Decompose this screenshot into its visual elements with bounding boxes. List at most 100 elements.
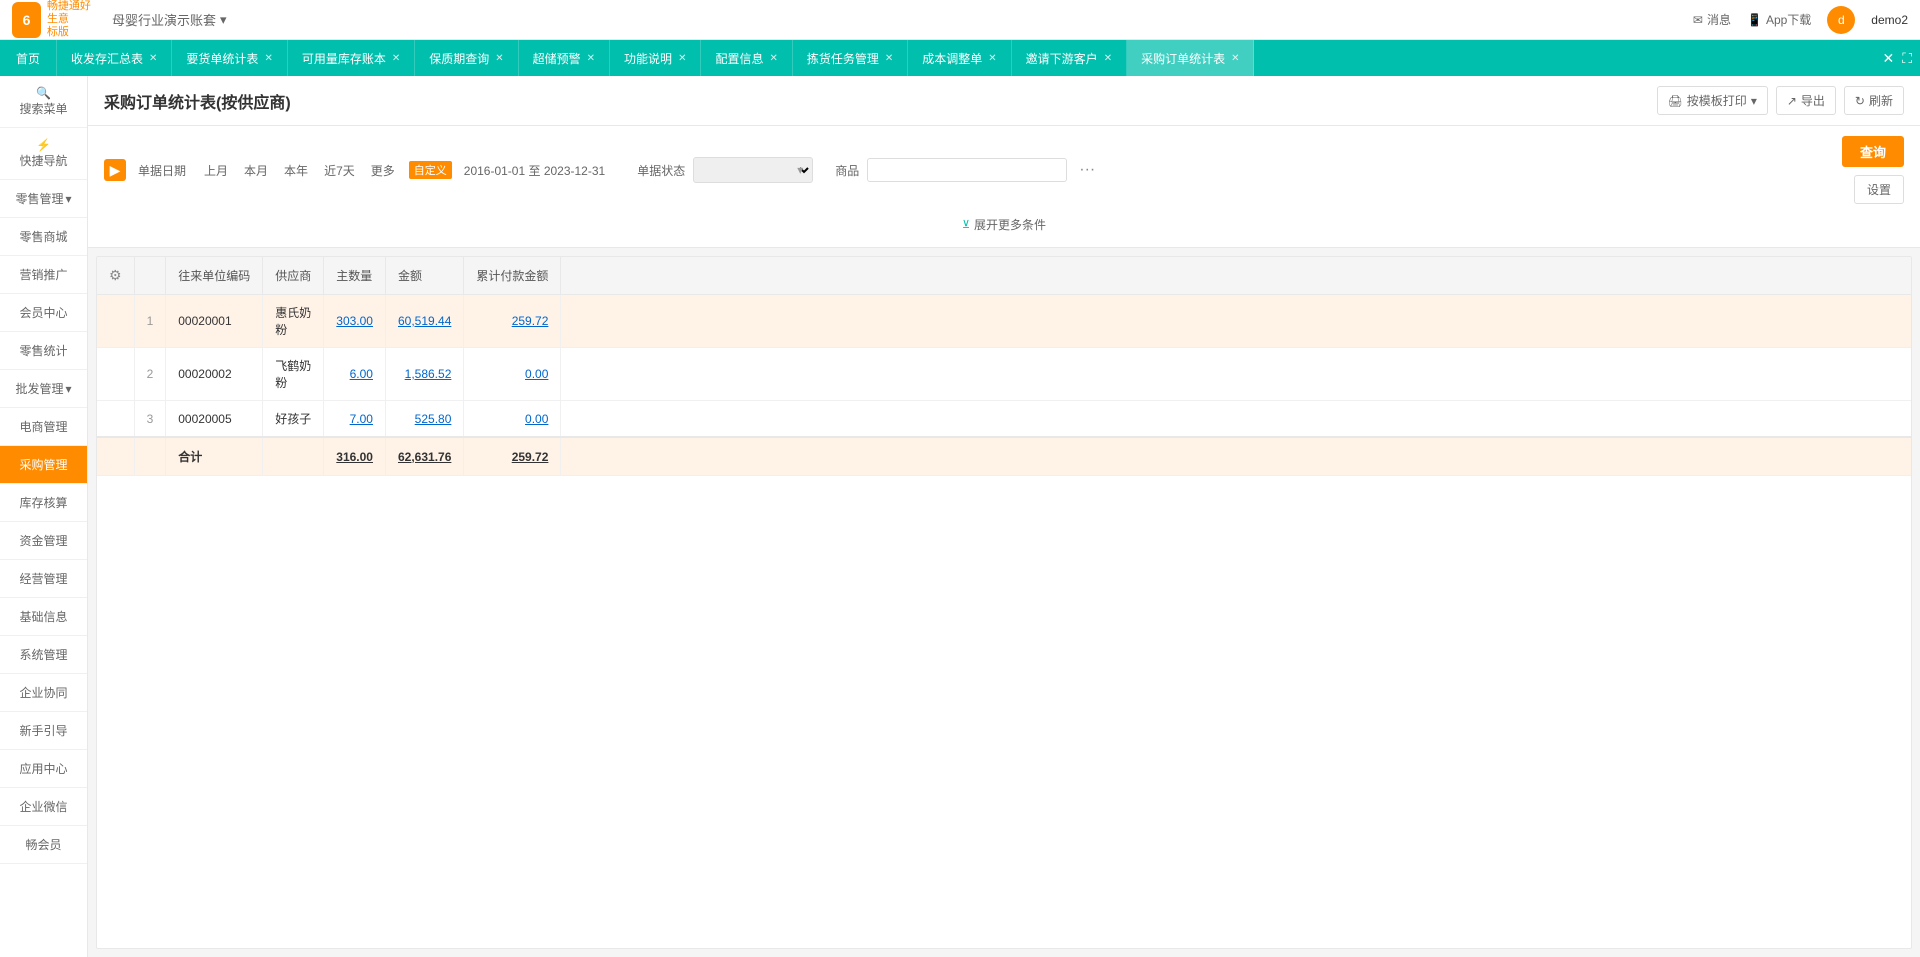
tab-invite-downstream[interactable]: 邀请下游客户 ✕: [1012, 40, 1127, 76]
status-label: 单据状态: [637, 162, 685, 179]
close-icon[interactable]: ✕: [495, 53, 503, 64]
tab-order-stats[interactable]: 要货单统计表 ✕: [172, 40, 287, 76]
row-quantity[interactable]: 6.00: [324, 348, 386, 401]
nav-tabs-actions: ✕ ⛶: [1874, 40, 1920, 76]
nav-tabs: 首页 收发存汇总表 ✕ 要货单统计表 ✕ 可用量库存账本 ✕ 保质期查询 ✕ 超…: [0, 40, 1920, 76]
sidebar-item-enterprise-collab[interactable]: 企业协同: [0, 674, 87, 712]
export-button[interactable]: ↗ 导出: [1776, 86, 1836, 115]
close-icon[interactable]: ✕: [1104, 53, 1112, 64]
table-header-row: ⚙ 往来单位编码 供应商 主数量 金额 累计付款金额: [97, 257, 1911, 295]
sidebar-item-purchase[interactable]: 采购管理: [0, 446, 87, 484]
sidebar-item-newcomer[interactable]: 新手引导: [0, 712, 87, 750]
settings-icon[interactable]: ⚙: [109, 267, 122, 283]
th-unit-code: 往来单位编码: [166, 257, 263, 295]
sidebar-item-retail-mall[interactable]: 零售商城: [0, 218, 87, 256]
row-index: 2: [134, 348, 166, 401]
maximize-icon[interactable]: ⛶: [1902, 50, 1912, 67]
row-settings: [97, 348, 134, 401]
table-row: 1 00020001 惠氏奶粉 303.00 60,519.44 259.72: [97, 295, 1911, 348]
close-icon[interactable]: ✕: [587, 53, 595, 64]
tab-config-info[interactable]: 配置信息 ✕: [701, 40, 792, 76]
sidebar-item-shortcut[interactable]: ⚡ 快捷导航: [0, 128, 87, 180]
message-button[interactable]: ✉ 消息: [1693, 11, 1731, 28]
close-icon[interactable]: ✕: [885, 53, 893, 64]
sidebar-item-inventory[interactable]: 库存核算: [0, 484, 87, 522]
shortcut-more[interactable]: 更多: [365, 160, 401, 181]
status-select[interactable]: [693, 157, 813, 183]
close-all-icon[interactable]: ✕: [1882, 50, 1894, 67]
logo-letter: 6: [23, 12, 31, 28]
tab-pick-task[interactable]: 拣货任务管理 ✕: [793, 40, 908, 76]
sidebar-item-system[interactable]: 系统管理: [0, 636, 87, 674]
top-bar-right: ✉ 消息 📱 App下载 d demo2: [1693, 6, 1908, 34]
th-settings[interactable]: ⚙: [97, 257, 134, 295]
chevron-down-icon[interactable]: ▾: [220, 12, 227, 28]
close-icon[interactable]: ✕: [392, 53, 400, 64]
tab-expiry-query[interactable]: 保质期查询 ✕: [415, 40, 518, 76]
collapse-button[interactable]: ▶: [104, 159, 126, 181]
row-amount[interactable]: 525.80: [385, 401, 463, 438]
sidebar-item-app-center[interactable]: 应用中心: [0, 750, 87, 788]
chevron-down-icon: ▾: [1751, 94, 1757, 108]
refresh-button[interactable]: ↻ 刷新: [1844, 86, 1904, 115]
sidebar-item-member[interactable]: 会员中心: [0, 294, 87, 332]
row-quantity[interactable]: 7.00: [324, 401, 386, 438]
settings-button[interactable]: 设置: [1854, 175, 1904, 204]
shortcut-this-month[interactable]: 本月: [238, 160, 274, 181]
tab-purchase-order-stats[interactable]: 采购订单统计表 ✕: [1127, 40, 1254, 76]
tab-home[interactable]: 首页: [0, 40, 57, 76]
close-icon[interactable]: ✕: [769, 53, 777, 64]
tab-function-desc[interactable]: 功能说明 ✕: [610, 40, 701, 76]
sidebar-item-marketing[interactable]: 营销推广: [0, 256, 87, 294]
tab-overstock-warning[interactable]: 超储预警 ✕: [519, 40, 610, 76]
filter-toggle-row: ⊻ 展开更多条件: [104, 212, 1904, 237]
sidebar-item-search[interactable]: 🔍 搜索菜单: [0, 76, 87, 128]
row-paid[interactable]: 0.00: [464, 401, 561, 438]
sidebar-item-enterprise-wechat[interactable]: 企业微信: [0, 788, 87, 826]
footer-amount: 62,631.76: [385, 437, 463, 476]
row-paid[interactable]: 0.00: [464, 348, 561, 401]
tab-cost-adjust[interactable]: 成本调整单 ✕: [908, 40, 1011, 76]
footer-paid: 259.72: [464, 437, 561, 476]
close-icon[interactable]: ✕: [988, 53, 996, 64]
sidebar-item-basic-info[interactable]: 基础信息: [0, 598, 87, 636]
th-quantity: 主数量: [324, 257, 386, 295]
row-amount[interactable]: 60,519.44: [385, 295, 463, 348]
shortcut-last-month[interactable]: 上月: [198, 160, 234, 181]
workspace-title[interactable]: 母婴行业演示账套 ▾: [112, 10, 1681, 29]
sidebar-item-operations[interactable]: 经营管理: [0, 560, 87, 598]
sidebar-item-retail-mgmt[interactable]: 零售管理 ▾: [0, 180, 87, 218]
th-index: [134, 257, 166, 295]
row-paid[interactable]: 259.72: [464, 295, 561, 348]
table-area: ⚙ 往来单位编码 供应商 主数量 金额 累计付款金额 1 00020001: [96, 256, 1912, 949]
sidebar-item-ecommerce[interactable]: 电商管理: [0, 408, 87, 446]
close-icon[interactable]: ✕: [149, 53, 157, 64]
close-icon[interactable]: ✕: [1231, 53, 1239, 64]
app-download-button[interactable]: 📱 App下载: [1747, 11, 1811, 28]
sidebar-item-wholesale[interactable]: 批发管理 ▾: [0, 370, 87, 408]
avatar[interactable]: d: [1827, 6, 1855, 34]
tab-inventory-book[interactable]: 可用量库存账本 ✕: [288, 40, 415, 76]
close-icon[interactable]: ✕: [678, 53, 686, 64]
print-button[interactable]: 🖨 按模板打印 ▾: [1657, 86, 1768, 115]
sidebar-item-member2[interactable]: 畅会员: [0, 826, 87, 864]
shortcut-7days[interactable]: 近7天: [318, 160, 361, 181]
row-spacer: [561, 295, 1911, 348]
expand-more-button[interactable]: ⊻ 展开更多条件: [962, 216, 1046, 233]
row-index: 1: [134, 295, 166, 348]
query-button[interactable]: 查询: [1842, 136, 1904, 167]
table-row: 2 00020002 飞鹤奶粉 6.00 1,586.52 0.00: [97, 348, 1911, 401]
ellipsis-icon[interactable]: ···: [1079, 161, 1095, 179]
main-content: 采购订单统计表(按供应商) 🖨 按模板打印 ▾ ↗ 导出 ↻ 刷新: [88, 76, 1920, 957]
shortcut-this-year[interactable]: 本年: [278, 160, 314, 181]
tab-receipt-summary[interactable]: 收发存汇总表 ✕: [57, 40, 172, 76]
user-name[interactable]: demo2: [1871, 13, 1908, 27]
row-supplier: 飞鹤奶粉: [263, 348, 324, 401]
page-title: 采购订单统计表(按供应商): [104, 89, 291, 123]
sidebar-item-finance[interactable]: 资金管理: [0, 522, 87, 560]
row-quantity[interactable]: 303.00: [324, 295, 386, 348]
goods-input[interactable]: [876, 163, 1058, 177]
close-icon[interactable]: ✕: [264, 53, 272, 64]
sidebar-item-retail-stats[interactable]: 零售统计: [0, 332, 87, 370]
row-amount[interactable]: 1,586.52: [385, 348, 463, 401]
